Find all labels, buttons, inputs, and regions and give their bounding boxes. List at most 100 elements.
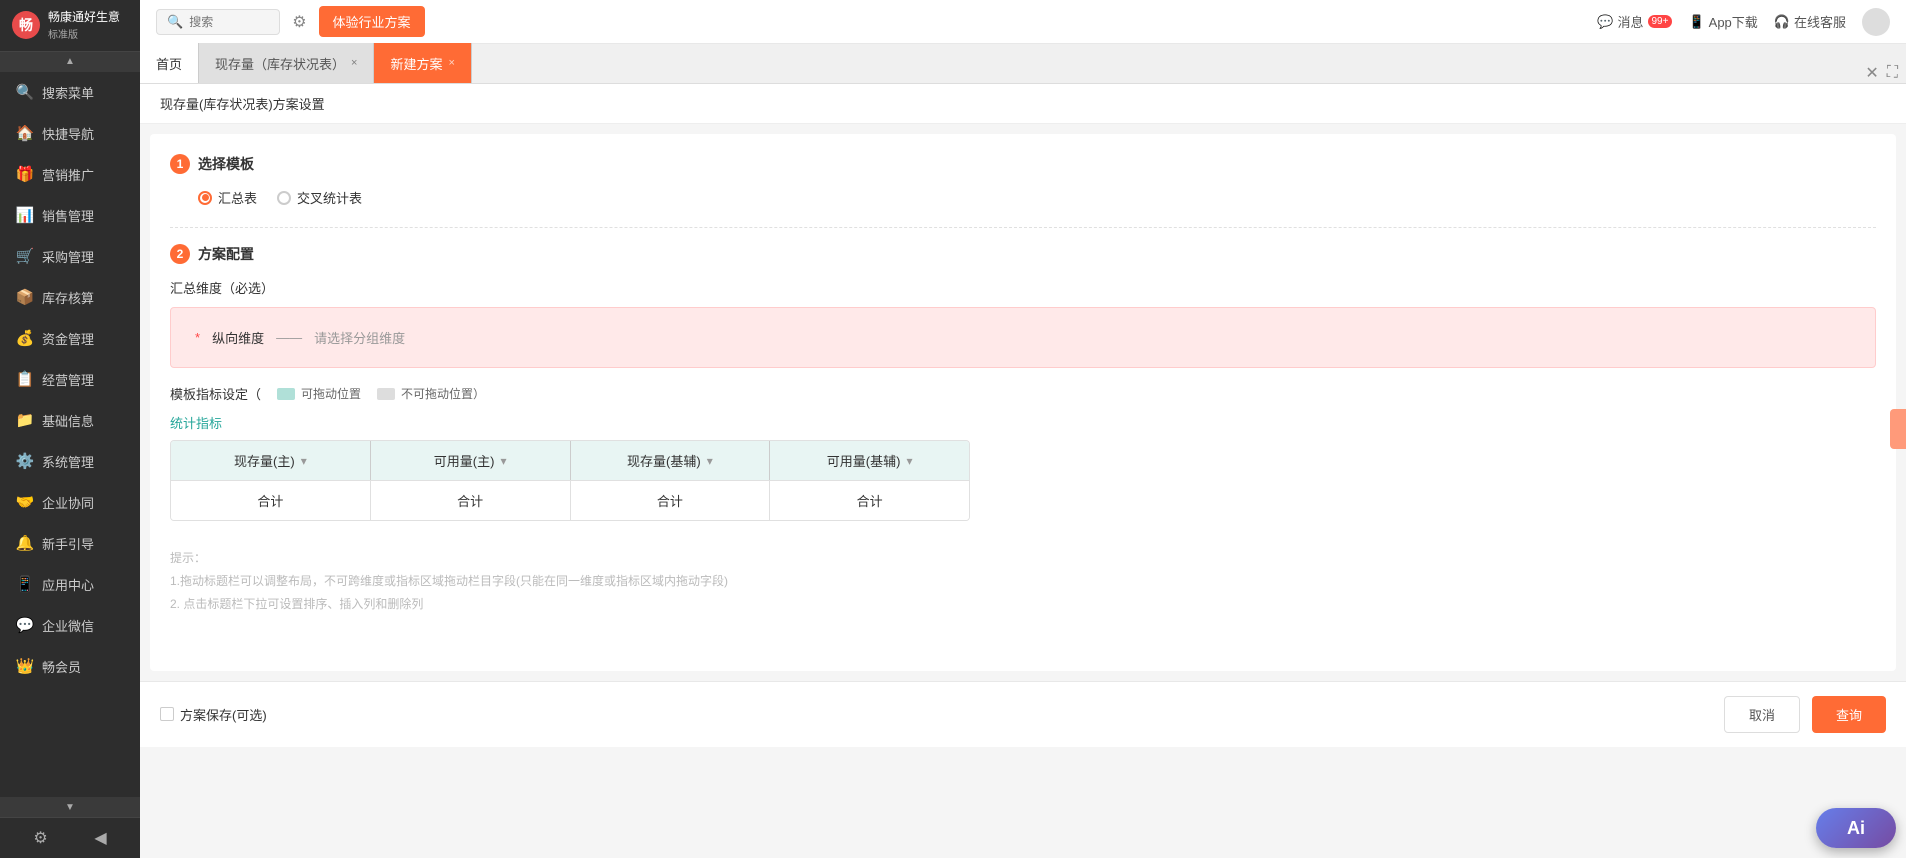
collapse-icon[interactable]: ◀ <box>94 828 106 848</box>
drag-box-fixed <box>377 388 395 400</box>
sidebar-item-basic-info[interactable]: 📁 基础信息 <box>0 400 140 441</box>
sidebar-bottom: ⚙ ◀ <box>0 817 140 858</box>
section-num-1: 1 <box>170 154 190 174</box>
query-button[interactable]: 查询 <box>1812 696 1886 733</box>
radio-cross-circle <box>277 191 291 205</box>
sidebar-scroll-up[interactable]: ▲ <box>0 52 140 72</box>
online-service-label: 在线客服 <box>1794 12 1846 31</box>
save-checkbox[interactable] <box>160 707 174 721</box>
stats-header-present-aux[interactable]: 现存量(基辅) ▾ <box>571 441 771 480</box>
cancel-button[interactable]: 取消 <box>1724 696 1800 733</box>
stats-table: 现存量(主) ▾ 可用量(主) ▾ 现存量(基辅) ▾ <box>170 440 970 521</box>
logo-icon: 畅 <box>12 11 40 39</box>
tab-new-scheme-close[interactable]: × <box>448 57 454 69</box>
stats-label: 统计指标 <box>170 413 1876 432</box>
section-template-title: 1 选择模板 <box>170 154 1876 174</box>
section-divider-1 <box>170 227 1876 228</box>
col-available-main-dropdown[interactable]: ▾ <box>500 454 506 468</box>
section-config: 2 方案配置 汇总维度（必选） * 纵向维度 —— 请选择分组维度 <box>170 244 1876 631</box>
drag-indicator-1: 可拖动位置 <box>277 385 361 402</box>
action-buttons: 取消 查询 <box>1724 696 1886 733</box>
trial-button[interactable]: 体验行业方案 <box>319 6 425 37</box>
sidebar-item-member[interactable]: 👑 畅会员 <box>0 646 140 687</box>
sidebar-item-label: 系统管理 <box>42 452 94 471</box>
ai-fab-button[interactable]: Ai <box>1816 808 1896 848</box>
tab-inventory-close[interactable]: × <box>351 57 357 69</box>
app-download-button[interactable]: 📱 App下载 <box>1688 12 1757 31</box>
indicators-label: 模板指标设定（ 可拖动位置 不可拖动位置） <box>170 384 1876 403</box>
sidebar-item-label: 资金管理 <box>42 329 94 348</box>
sidebar-item-system[interactable]: ⚙️ 系统管理 <box>0 441 140 482</box>
sidebar-item-label: 库存核算 <box>42 288 94 307</box>
dimension-row: * 纵向维度 —— 请选择分组维度 <box>195 328 1851 347</box>
stats-header-available-aux[interactable]: 可用量(基辅) ▾ <box>770 441 969 480</box>
col-present-aux-label: 现存量(基辅) <box>627 451 701 470</box>
right-float-button[interactable] <box>1890 409 1906 449</box>
logo-badge: 标准版 <box>48 26 120 41</box>
sidebar-item-guide[interactable]: 🔔 新手引导 <box>0 523 140 564</box>
search-icon: 🔍 <box>167 14 183 30</box>
section-config-label: 方案配置 <box>198 244 254 264</box>
gear-icon[interactable]: ⚙ <box>292 12 306 32</box>
save-label: 方案保存(可选) <box>180 705 267 724</box>
section-config-title: 2 方案配置 <box>170 244 1876 264</box>
topbar-search[interactable]: 🔍 <box>156 9 280 35</box>
stats-cell-present-aux: 合计 <box>571 481 771 520</box>
message-icon: 💬 <box>1597 14 1613 30</box>
stats-cell-present-main: 合计 <box>171 481 371 520</box>
user-avatar[interactable] <box>1862 8 1890 36</box>
bottom-bar: 方案保存(可选) 取消 查询 <box>140 681 1906 747</box>
settings-icon[interactable]: ⚙ <box>33 828 47 848</box>
tab-new-scheme[interactable]: 新建方案 × <box>374 43 471 83</box>
sidebar-item-label: 采购管理 <box>42 247 94 266</box>
stats-header-available-main[interactable]: 可用量(主) ▾ <box>371 441 571 480</box>
sidebar-item-label: 经营管理 <box>42 370 94 389</box>
sidebar-item-sales[interactable]: 📊 销售管理 <box>0 195 140 236</box>
sidebar-item-operations[interactable]: 📋 经营管理 <box>0 359 140 400</box>
guide-icon: 🔔 <box>16 534 34 552</box>
sidebar-item-wechat[interactable]: 💬 企业微信 <box>0 605 140 646</box>
tab-inventory-label: 现存量（库存状况表） <box>215 54 345 73</box>
radio-summary-circle <box>198 191 212 205</box>
search-input[interactable] <box>189 15 269 29</box>
sidebar-scroll-down[interactable]: ▼ <box>0 797 140 817</box>
tab-home[interactable]: 首页 <box>140 43 199 83</box>
col-present-main-dropdown[interactable]: ▾ <box>301 454 307 468</box>
sidebar-item-inventory[interactable]: 📦 库存核算 <box>0 277 140 318</box>
sidebar-item-label: 新手引导 <box>42 534 94 553</box>
tabs-right: ✕ ⛶ <box>1865 63 1906 83</box>
save-option[interactable]: 方案保存(可选) <box>160 705 267 724</box>
sidebar-item-purchase[interactable]: 🛒 采购管理 <box>0 236 140 277</box>
sidebar-item-app-center[interactable]: 📱 应用中心 <box>0 564 140 605</box>
section-template-label: 选择模板 <box>198 154 254 174</box>
tab-expand-action[interactable]: ⛶ <box>1887 64 1898 82</box>
sidebar-item-search-menu[interactable]: 🔍 搜索菜单 <box>0 72 140 113</box>
radio-summary[interactable]: 汇总表 <box>198 188 257 207</box>
tab-close-action[interactable]: ✕ <box>1865 63 1878 83</box>
col-available-main-label: 可用量(主) <box>434 451 495 470</box>
radio-cross[interactable]: 交叉统计表 <box>277 188 362 207</box>
sidebar-item-quick-nav[interactable]: 🏠 快捷导航 <box>0 113 140 154</box>
sidebar-item-contract[interactable]: 🤝 企业协同 <box>0 482 140 523</box>
col-present-main-label: 现存量(主) <box>234 451 295 470</box>
tab-inventory[interactable]: 现存量（库存状况表） × <box>199 43 374 83</box>
topbar: 🔍 ⚙ 体验行业方案 💬 消息 99+ 📱 App下载 🎧 在线客服 <box>140 0 1906 44</box>
contract-icon: 🤝 <box>16 493 34 511</box>
sidebar-item-finance[interactable]: 💰 资金管理 <box>0 318 140 359</box>
col-available-aux-dropdown[interactable]: ▾ <box>906 454 912 468</box>
stats-header-present-main[interactable]: 现存量(主) ▾ <box>171 441 371 480</box>
messages-button[interactable]: 💬 消息 99+ <box>1597 12 1672 31</box>
dimension-area[interactable]: * 纵向维度 —— 请选择分组维度 <box>170 307 1876 368</box>
messages-badge: 99+ <box>1648 15 1673 28</box>
section-template: 1 选择模板 汇总表 交叉统计表 <box>170 154 1876 207</box>
online-service-button[interactable]: 🎧 在线客服 <box>1774 12 1846 31</box>
sidebar-item-label: 畅会员 <box>42 657 81 676</box>
sidebar-item-label: 销售管理 <box>42 206 94 225</box>
ai-fab-label: Ai <box>1847 818 1865 839</box>
col-present-aux-dropdown[interactable]: ▾ <box>707 454 713 468</box>
search-menu-icon: 🔍 <box>16 83 34 101</box>
sidebar-item-marketing[interactable]: 🎁 营销推广 <box>0 154 140 195</box>
radio-cross-label: 交叉统计表 <box>297 188 362 207</box>
stats-data-row: 合计 合计 合计 合计 <box>171 480 969 520</box>
sidebar-item-label: 应用中心 <box>42 575 94 594</box>
